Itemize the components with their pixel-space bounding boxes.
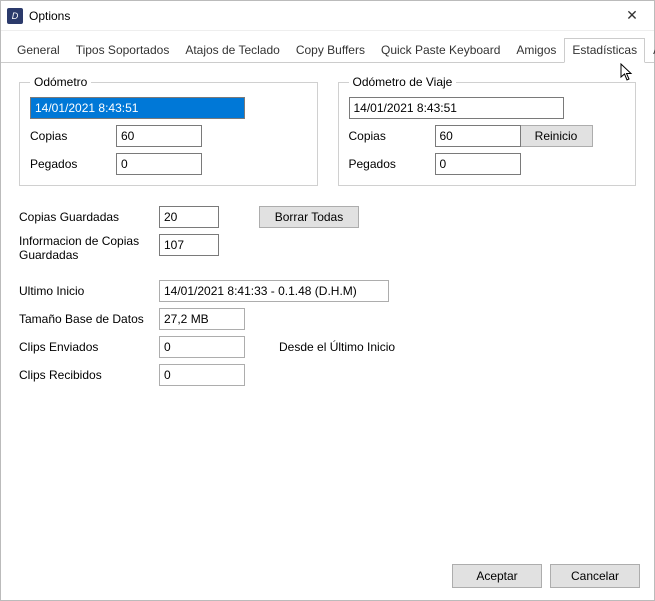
trip-pastes-label: Pegados	[349, 157, 435, 171]
tab-amigos[interactable]: Amigos	[508, 38, 564, 63]
options-window: D Options ✕ General Tipos Soportados Ata…	[0, 0, 655, 601]
button-bar: Aceptar Cancelar	[1, 554, 654, 600]
db-size-value: 27,2 MB	[159, 308, 245, 330]
app-icon: D	[7, 8, 23, 24]
odometer-pastes-input[interactable]	[116, 153, 202, 175]
odometer-legend: Odómetro	[30, 75, 91, 89]
copies-saved-input[interactable]	[159, 206, 219, 228]
trip-odometer-timestamp[interactable]	[349, 97, 564, 119]
reset-button[interactable]: Reinicio	[521, 125, 593, 147]
trip-odometer-group: Odómetro de Viaje Copias Reinicio Pegado…	[338, 75, 637, 186]
tabstrip: General Tipos Soportados Atajos de Tecla…	[1, 31, 654, 63]
copies-saved-label: Copias Guardadas	[19, 210, 159, 224]
last-start-label: Ultimo Inicio	[19, 284, 159, 298]
tab-estadisticas[interactable]: Estadísticas	[564, 38, 645, 63]
window-title: Options	[29, 9, 610, 23]
trip-copies-label: Copias	[349, 129, 435, 143]
delete-all-button[interactable]: Borrar Todas	[259, 206, 359, 228]
since-last-start-label: Desde el Último Inicio	[279, 340, 395, 354]
last-start-value: 14/01/2021 8:41:33 - 0.1.48 (D.H.M)	[159, 280, 389, 302]
clips-recv-label: Clips Recibidos	[19, 368, 159, 382]
tab-acerca-de[interactable]: Acerca de	[645, 38, 655, 63]
info-saved-label: Informacion de Copias Guardadas	[19, 234, 159, 262]
tab-content: Odómetro Copias Pegados Odómetro de Viaj…	[1, 63, 654, 554]
close-button[interactable]: ✕	[610, 1, 654, 31]
info-saved-input[interactable]	[159, 234, 219, 256]
odometer-timestamp[interactable]	[30, 97, 245, 119]
trip-copies-input[interactable]	[435, 125, 521, 147]
odometer-copies-label: Copias	[30, 129, 116, 143]
titlebar: D Options ✕	[1, 1, 654, 31]
ok-button[interactable]: Aceptar	[452, 564, 542, 588]
odometer-pastes-label: Pegados	[30, 157, 116, 171]
odometer-group: Odómetro Copias Pegados	[19, 75, 318, 186]
odometer-copies-input[interactable]	[116, 125, 202, 147]
tab-quick-paste-keyboard[interactable]: Quick Paste Keyboard	[373, 38, 508, 63]
db-size-label: Tamaño Base de Datos	[19, 312, 159, 326]
trip-odometer-legend: Odómetro de Viaje	[349, 75, 457, 89]
tab-atajos-teclado[interactable]: Atajos de Teclado	[177, 38, 288, 63]
clips-sent-value: 0	[159, 336, 245, 358]
trip-pastes-input[interactable]	[435, 153, 521, 175]
close-icon: ✕	[626, 7, 638, 24]
clips-recv-value: 0	[159, 364, 245, 386]
clips-sent-label: Clips Enviados	[19, 340, 159, 354]
cancel-button[interactable]: Cancelar	[550, 564, 640, 588]
tab-copy-buffers[interactable]: Copy Buffers	[288, 38, 373, 63]
tab-general[interactable]: General	[9, 38, 68, 63]
tab-tipos-soportados[interactable]: Tipos Soportados	[68, 38, 178, 63]
